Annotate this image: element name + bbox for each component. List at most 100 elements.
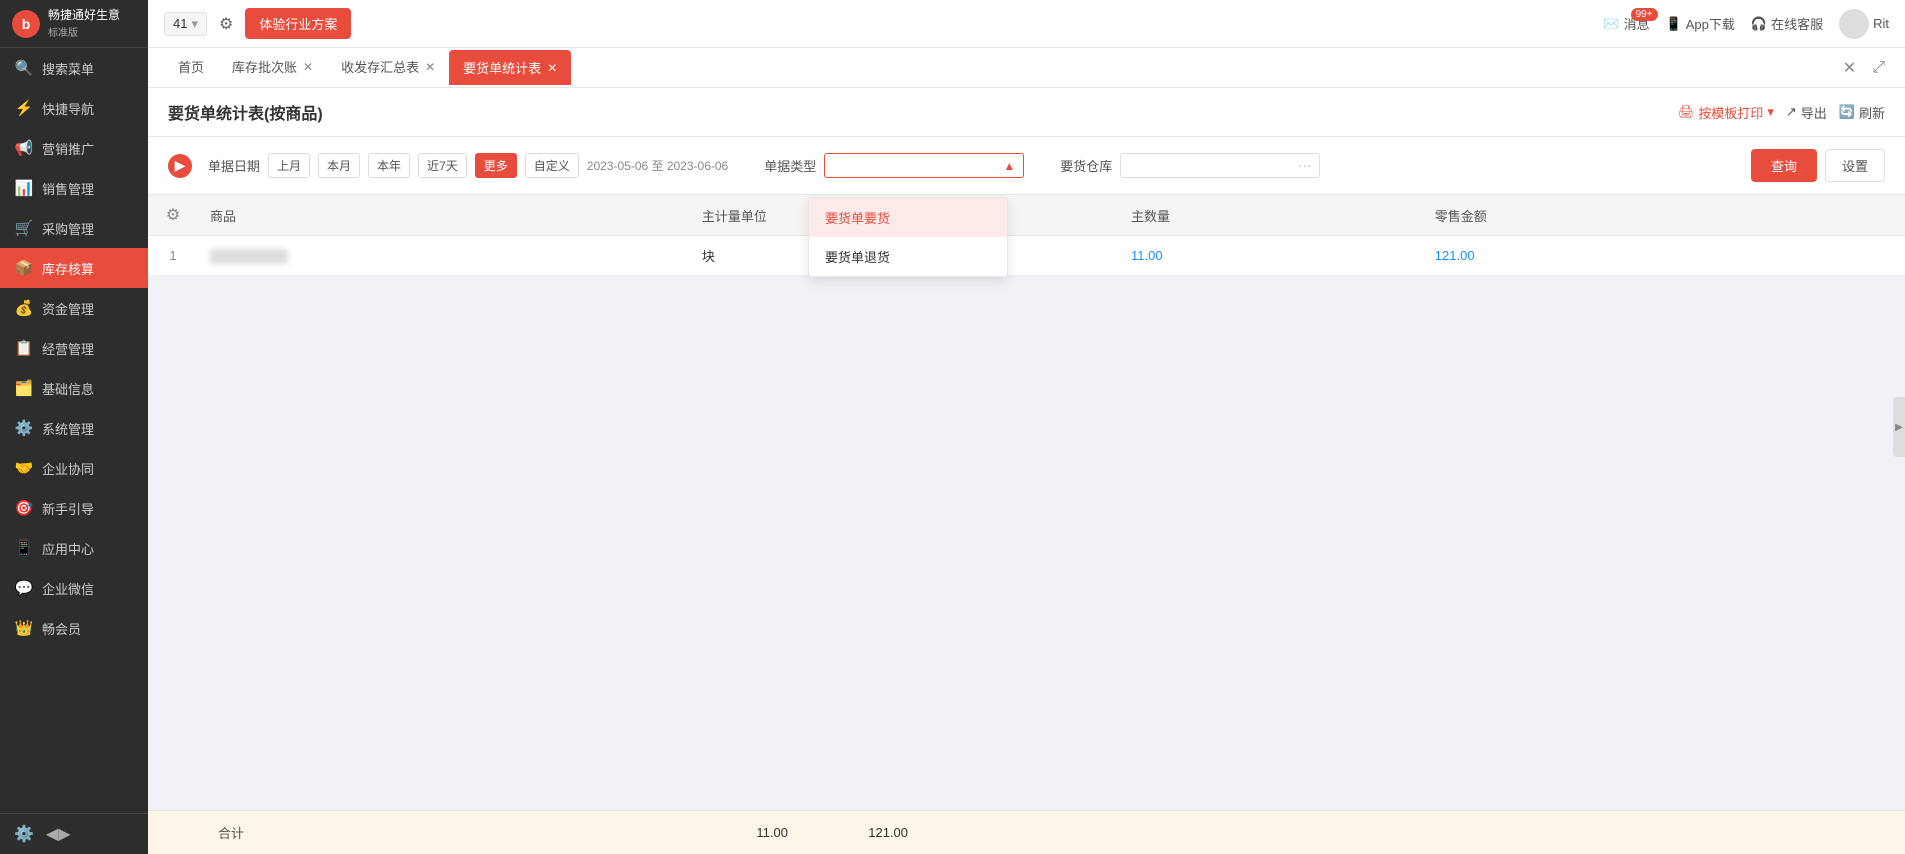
warehouse-filter-group: 要货仓库 ··· bbox=[1060, 153, 1320, 178]
type-filter-group: 单据类型 ▲ bbox=[764, 153, 1024, 178]
col-amount-header: 零售金额 bbox=[1423, 195, 1789, 236]
sidebar-item-label: 营销推广 bbox=[42, 139, 94, 158]
data-table: ⚙ 商品 主计量单位 主数量 零售金额 1 商品名称数据 块 bbox=[148, 195, 1905, 276]
logo-title: 畅捷通好生意 bbox=[48, 8, 120, 24]
tab-home[interactable]: 首页 bbox=[164, 49, 218, 86]
expand-filter-button[interactable]: ▶ bbox=[168, 154, 192, 178]
sidebar-item-wechat[interactable]: 💬 企业微信 bbox=[0, 568, 148, 608]
tab-inventory-batch[interactable]: 库存批次账 ✕ bbox=[218, 49, 327, 86]
close-all-tabs-button[interactable]: ✕ bbox=[1839, 54, 1860, 82]
tab-home-label: 首页 bbox=[178, 57, 204, 76]
maximize-button[interactable]: ⤢ bbox=[1868, 55, 1889, 81]
sidebar-item-marketing[interactable]: 📢 营销推广 bbox=[0, 128, 148, 168]
sidebar-item-quicknav[interactable]: ⚡ 快捷导航 bbox=[0, 88, 148, 128]
type-select-arrow-icon: ▲ bbox=[1003, 159, 1015, 173]
warehouse-more-icon: ··· bbox=[1298, 158, 1311, 173]
sidebar-item-appstore[interactable]: 📱 应用中心 bbox=[0, 528, 148, 568]
sidebar-item-operation[interactable]: 📋 经营管理 bbox=[0, 328, 148, 368]
col-quantity-header: 主数量 bbox=[1119, 195, 1423, 236]
app-download-item[interactable]: 📱 App下载 bbox=[1666, 14, 1735, 33]
sidebar-item-label: 系统管理 bbox=[42, 419, 94, 438]
enterprise-icon: 🤝 bbox=[14, 458, 34, 478]
expand-icon: ▶ bbox=[175, 157, 186, 174]
sidebar-item-system[interactable]: ⚙️ 系统管理 bbox=[0, 408, 148, 448]
print-button[interactable]: 🖨 按模板打印 ▾ bbox=[1678, 103, 1774, 122]
footer-quantity: 11.00 bbox=[688, 825, 808, 840]
tab-inventory-batch-close[interactable]: ✕ bbox=[303, 60, 313, 74]
tab-inventory-batch-label: 库存批次账 bbox=[232, 57, 297, 76]
date-btn-this-year[interactable]: 本年 bbox=[368, 153, 410, 178]
dropdown-option-order-return[interactable]: 要货单退货 bbox=[809, 237, 1007, 276]
right-collapse-handle[interactable]: ▶ bbox=[1893, 397, 1905, 457]
type-filter-label: 单据类型 bbox=[764, 156, 816, 175]
service-item[interactable]: 🎧 在线客服 bbox=[1751, 14, 1823, 33]
date-btn-last-month[interactable]: 上月 bbox=[268, 153, 310, 178]
sidebar-item-label: 资金管理 bbox=[42, 299, 94, 318]
date-range-display: 2023-05-06 至 2023-06-06 bbox=[587, 157, 728, 174]
date-btn-more[interactable]: 更多 bbox=[475, 153, 517, 178]
tab-receive-summary-close[interactable]: ✕ bbox=[425, 60, 435, 74]
user-avatar-item[interactable]: Rit bbox=[1839, 9, 1889, 39]
sidebar-item-label: 企业协同 bbox=[42, 459, 94, 478]
footer-amount: 121.00 bbox=[808, 825, 928, 840]
collapse-icon[interactable]: ◀▶ bbox=[46, 824, 71, 844]
sidebar-item-basic[interactable]: 🗂️ 基础信息 bbox=[0, 368, 148, 408]
filter-actions: 查询 设置 bbox=[1751, 149, 1885, 182]
row-goods-value: 商品名称数据 bbox=[210, 249, 288, 264]
messages-item[interactable]: ✉️ 消息 99+ bbox=[1603, 14, 1649, 33]
sidebar-item-guide[interactable]: 🎯 新手引导 bbox=[0, 488, 148, 528]
dropdown-option-order-goods[interactable]: 要货单要货 bbox=[809, 198, 1007, 237]
wechat-icon: 💬 bbox=[14, 578, 34, 598]
sidebar-item-inventory[interactable]: 📦 库存核算 bbox=[0, 248, 148, 288]
date-btn-this-month[interactable]: 本月 bbox=[318, 153, 360, 178]
logo-icon: b bbox=[12, 10, 40, 38]
service-label: 在线客服 bbox=[1771, 14, 1823, 33]
refresh-button[interactable]: 🔄 刷新 bbox=[1839, 103, 1885, 122]
sidebar-scroll: 🔍 搜索菜单 ⚡ 快捷导航 📢 营销推广 📊 销售管理 🛒 采购管理 📦 库存核… bbox=[0, 48, 148, 813]
query-button[interactable]: 查询 bbox=[1751, 149, 1817, 182]
type-select[interactable]: ▲ bbox=[824, 153, 1024, 178]
export-button[interactable]: ↗ 导出 bbox=[1786, 103, 1827, 122]
topbar-settings-icon[interactable]: ⚙ bbox=[219, 14, 233, 34]
trial-button[interactable]: 体验行业方案 bbox=[245, 8, 351, 39]
table-header-row: ⚙ 商品 主计量单位 主数量 零售金额 bbox=[148, 195, 1905, 236]
sidebar-logo: b 畅捷通好生意 标准版 bbox=[0, 0, 148, 48]
type-dropdown: 要货单要货 要货单退货 bbox=[808, 197, 1008, 277]
filter-settings-button[interactable]: 设置 bbox=[1825, 149, 1885, 182]
row-no: 1 bbox=[148, 236, 198, 276]
row-goods: 商品名称数据 bbox=[198, 236, 690, 276]
sidebar-item-purchase[interactable]: 🛒 采购管理 bbox=[0, 208, 148, 248]
sidebar: b 畅捷通好生意 标准版 🔍 搜索菜单 ⚡ 快捷导航 📢 营销推广 📊 销售管理… bbox=[0, 0, 148, 854]
app-download-label: App下载 bbox=[1686, 14, 1735, 33]
sidebar-item-label: 新手引导 bbox=[42, 499, 94, 518]
phone-icon: 📱 bbox=[1666, 16, 1682, 32]
export-icon: ↗ bbox=[1786, 104, 1797, 120]
sidebar-item-member[interactable]: 👑 畅会员 bbox=[0, 608, 148, 648]
table-footer-container: 合计 11.00 121.00 bbox=[148, 810, 1905, 854]
row-quantity: 11.00 bbox=[1119, 236, 1423, 276]
page-header: 要货单统计表(按商品) 🖨 按模板打印 ▾ ↗ 导出 🔄 刷新 bbox=[148, 88, 1905, 137]
sidebar-item-sales[interactable]: 📊 销售管理 bbox=[0, 168, 148, 208]
date-btn-7days[interactable]: 近7天 bbox=[418, 153, 467, 178]
tab-order-summary-label: 要货单统计表 bbox=[463, 58, 541, 77]
col-settings-header[interactable]: ⚙ bbox=[148, 195, 198, 236]
warehouse-select[interactable]: ··· bbox=[1120, 153, 1320, 178]
sidebar-bottom: ⚙️ ◀▶ bbox=[0, 813, 148, 854]
sidebar-item-label: 经营管理 bbox=[42, 339, 94, 358]
sidebar-item-search[interactable]: 🔍 搜索菜单 bbox=[0, 48, 148, 88]
system-icon: ⚙️ bbox=[14, 418, 34, 438]
date-btn-custom[interactable]: 自定义 bbox=[525, 153, 579, 178]
sidebar-item-enterprise[interactable]: 🤝 企业协同 bbox=[0, 448, 148, 488]
tab-receive-summary[interactable]: 收发存汇总表 ✕ bbox=[327, 49, 449, 86]
sidebar-item-finance[interactable]: 💰 资金管理 bbox=[0, 288, 148, 328]
tab-order-summary-close[interactable]: ✕ bbox=[547, 61, 557, 75]
main-area: 41 ▾ ⚙ 体验行业方案 ✉️ 消息 99+ 📱 App下载 🎧 在线客服 R… bbox=[148, 0, 1905, 854]
tab-order-summary[interactable]: 要货单统计表 ✕ bbox=[449, 50, 571, 85]
basic-icon: 🗂️ bbox=[14, 378, 34, 398]
settings-bottom-icon[interactable]: ⚙️ bbox=[14, 824, 34, 844]
messages-badge: 99+ bbox=[1631, 8, 1658, 21]
table-container: ⚙ 商品 主计量单位 主数量 零售金额 1 商品名称数据 块 bbox=[148, 195, 1905, 276]
marketing-icon: 📢 bbox=[14, 138, 34, 158]
page-header-actions: 🖨 按模板打印 ▾ ↗ 导出 🔄 刷新 bbox=[1678, 103, 1885, 122]
refresh-icon: 🔄 bbox=[1839, 104, 1855, 120]
